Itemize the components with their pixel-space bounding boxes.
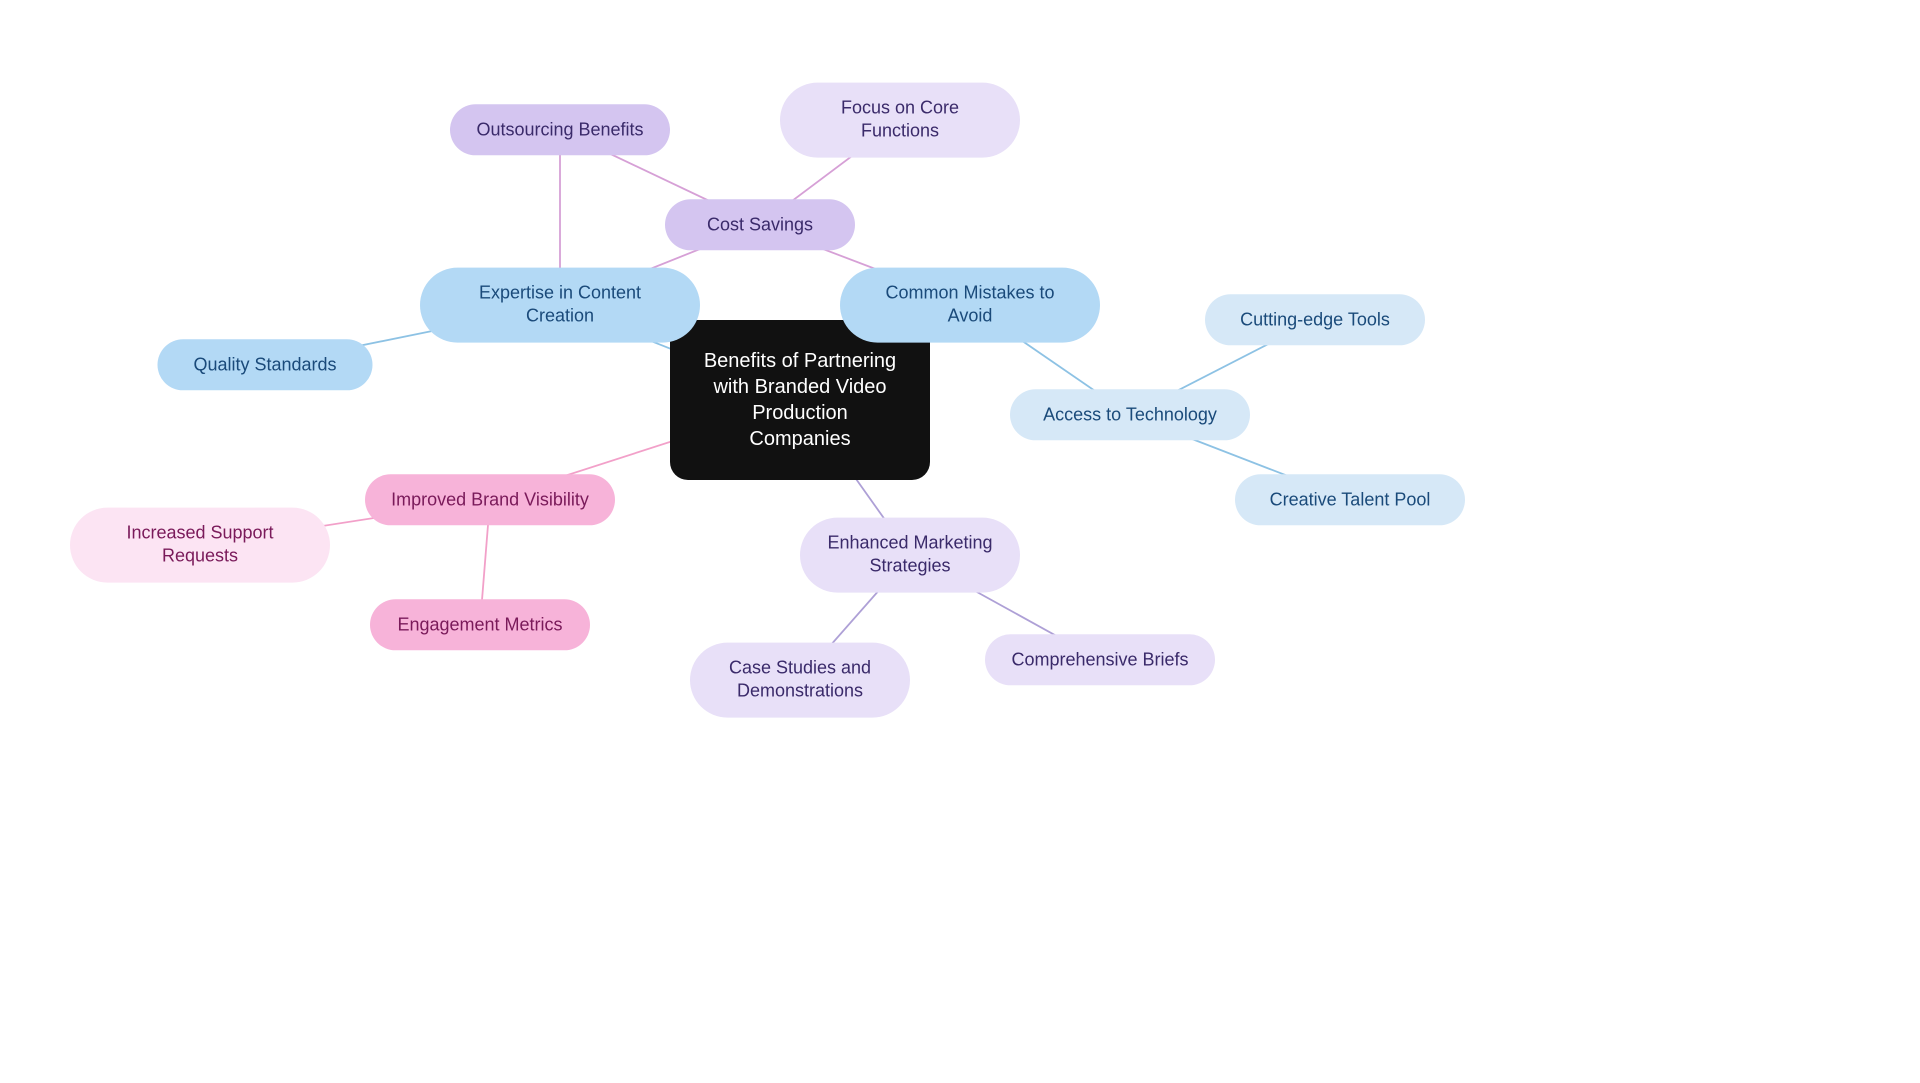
node-access: Access to Technology — [1010, 389, 1250, 440]
node-case: Case Studies and Demonstrations — [690, 643, 910, 718]
node-cost: Cost Savings — [665, 199, 855, 250]
node-support: Increased Support Requests — [70, 508, 330, 583]
mind-map-canvas: Benefits of Partnering with Branded Vide… — [0, 0, 1920, 1083]
node-outsourcing: Outsourcing Benefits — [450, 104, 670, 155]
node-briefs: Comprehensive Briefs — [985, 634, 1215, 685]
node-expertise: Expertise in Content Creation — [420, 268, 700, 343]
node-brand: Improved Brand Visibility — [365, 474, 615, 525]
node-tools: Cutting-edge Tools — [1205, 294, 1425, 345]
node-talent: Creative Talent Pool — [1235, 474, 1465, 525]
node-center: Benefits of Partnering with Branded Vide… — [670, 320, 930, 480]
node-mistakes: Common Mistakes to Avoid — [840, 268, 1100, 343]
node-quality: Quality Standards — [158, 339, 373, 390]
node-marketing: Enhanced Marketing Strategies — [800, 518, 1020, 593]
node-core: Focus on Core Functions — [780, 83, 1020, 158]
node-engagement: Engagement Metrics — [370, 599, 590, 650]
